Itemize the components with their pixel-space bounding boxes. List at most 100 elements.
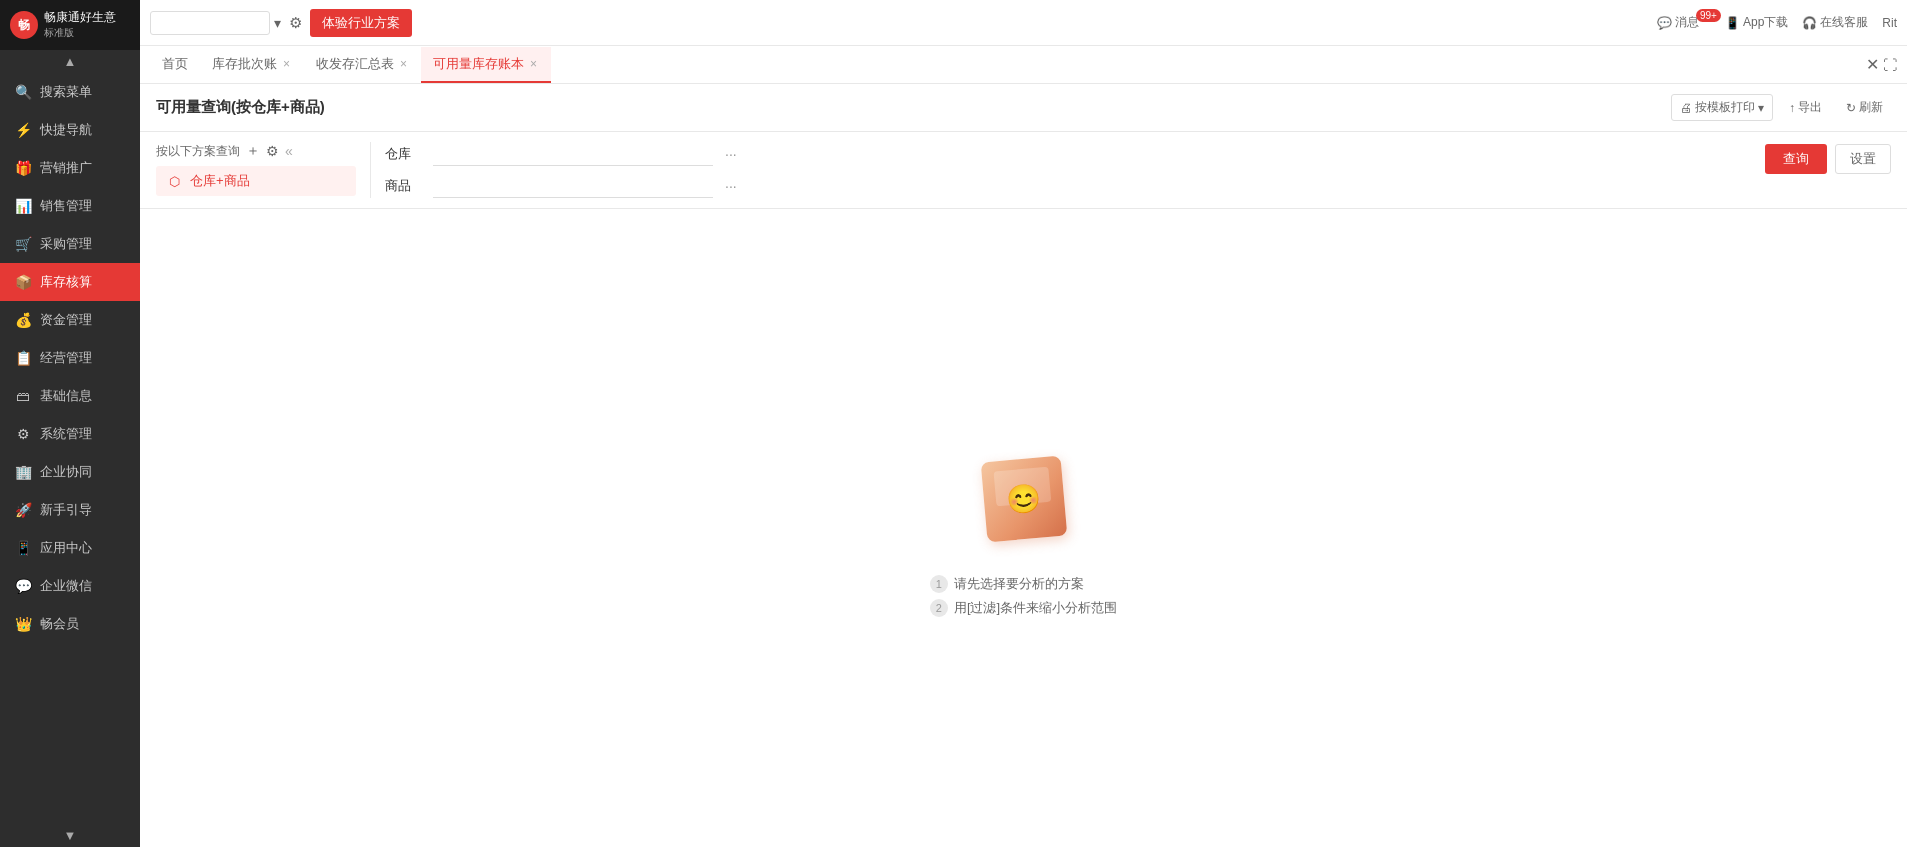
sidebar-scroll-down[interactable]: ▼	[0, 824, 140, 847]
topbar-gear-button[interactable]: ⚙	[289, 14, 302, 32]
tabs-bar-right: ✕ ⛶	[1866, 55, 1897, 74]
filter-scheme-panel: 按以下方案查询 ＋ ⚙ « ⬡ 仓库+商品	[156, 142, 356, 196]
main-content: ▾ ⚙ 体验行业方案 💬 消息 99+ 📱 App下载 🎧 在线客服 Rit	[140, 0, 1907, 847]
topbar-online-service[interactable]: 🎧 在线客服	[1802, 14, 1868, 31]
page-header-actions: 🖨 按模板打印 ▾ ↑ 导出 ↻ 刷新	[1671, 94, 1891, 121]
add-scheme-button[interactable]: ＋	[246, 142, 260, 160]
sidebar-item-search[interactable]: 🔍 搜索菜单	[0, 73, 140, 111]
sidebar-item-appstore[interactable]: 📱 应用中心	[0, 529, 140, 567]
goods-more-button[interactable]: ···	[721, 178, 741, 194]
collapse-scheme-button[interactable]: «	[285, 143, 293, 159]
wechat-icon: 💬	[14, 577, 32, 595]
tab-available-close[interactable]: ×	[528, 57, 539, 71]
filter-row-goods: 商品 ···	[385, 174, 1755, 198]
print-icon: 🖨	[1680, 101, 1692, 115]
sidebar-item-operations[interactable]: 📋 经营管理	[0, 339, 140, 377]
tab-home[interactable]: 首页	[150, 47, 200, 83]
sidebar-item-system[interactable]: ⚙ 系统管理	[0, 415, 140, 453]
sidebar-item-inventory[interactable]: 📦 库存核算	[0, 263, 140, 301]
content-area: 可用量查询(按仓库+商品) 🖨 按模板打印 ▾ ↑ 导出 ↻ 刷新	[140, 84, 1907, 847]
headset-icon: 🎧	[1802, 16, 1817, 30]
flash-icon: ⚡	[14, 121, 32, 139]
filter-scheme-header: 按以下方案查询 ＋ ⚙ «	[156, 142, 356, 160]
manage-scheme-button[interactable]: ⚙	[266, 143, 279, 159]
empty-hints: 1 请先选择要分析的方案 2 用[过滤]条件来缩小分析范围	[930, 575, 1117, 617]
phone-icon: 📱	[14, 539, 32, 557]
goods-input[interactable]	[433, 174, 713, 198]
search-icon: 🔍	[14, 83, 32, 101]
sidebar-item-newbie[interactable]: 🚀 新手引导	[0, 491, 140, 529]
empty-illustration	[964, 439, 1084, 559]
sidebar-title: 畅康通好生意	[44, 10, 116, 26]
filter-conditions: 仓库 ··· 商品 ···	[385, 142, 1755, 198]
filter-row-warehouse: 仓库 ···	[385, 142, 1755, 166]
topbar-right-actions: 💬 消息 99+ 📱 App下载 🎧 在线客服 Rit	[1657, 14, 1897, 31]
warehouse-label: 仓库	[385, 145, 425, 163]
box-icon: 📦	[14, 273, 32, 291]
warehouse-input[interactable]	[433, 142, 713, 166]
filter-divider	[370, 142, 371, 198]
topbar-industry-button[interactable]: 体验行业方案	[310, 9, 412, 37]
topbar-dropdown-button[interactable]: ▾	[274, 15, 281, 31]
sidebar-item-marketing[interactable]: 🎁 营销推广	[0, 149, 140, 187]
tabs-bar: 首页 库存批次账 × 收发存汇总表 × 可用量库存账本 × ✕ ⛶	[140, 46, 1907, 84]
topbar-search-area: ▾	[150, 11, 281, 35]
building-icon: 🏢	[14, 463, 32, 481]
topbar-app-download[interactable]: 📱 App下载	[1725, 14, 1788, 31]
tab-available[interactable]: 可用量库存账本 ×	[421, 47, 551, 83]
export-button[interactable]: ↑ 导出	[1781, 95, 1830, 120]
topbar-message[interactable]: 💬 消息 99+	[1657, 14, 1711, 31]
sidebar-subtitle: 标准版	[44, 26, 116, 40]
refresh-button[interactable]: ↻ 刷新	[1838, 95, 1891, 120]
empty-hint-1: 1 请先选择要分析的方案	[930, 575, 1117, 593]
export-icon: ↑	[1789, 101, 1795, 115]
sidebar-item-member[interactable]: 👑 畅会员	[0, 605, 140, 643]
filter-panel: 按以下方案查询 ＋ ⚙ « ⬡ 仓库+商品 仓库 ··· 商品	[140, 132, 1907, 209]
sidebar-item-purchase[interactable]: 🛒 采购管理	[0, 225, 140, 263]
rocket-icon: 🚀	[14, 501, 32, 519]
tab-summary-close[interactable]: ×	[398, 57, 409, 71]
tab-batch[interactable]: 库存批次账 ×	[200, 47, 304, 83]
cart-icon: 🛒	[14, 235, 32, 253]
sidebar-item-sales[interactable]: 📊 销售管理	[0, 187, 140, 225]
filter-action-buttons: 查询 设置	[1765, 144, 1891, 174]
empty-state: 1 请先选择要分析的方案 2 用[过滤]条件来缩小分析范围	[140, 209, 1907, 847]
sidebar-item-shortcut[interactable]: ⚡ 快捷导航	[0, 111, 140, 149]
page-header: 可用量查询(按仓库+商品) 🖨 按模板打印 ▾ ↑ 导出 ↻ 刷新	[140, 84, 1907, 132]
sidebar-header: 畅 畅康通好生意 标准版	[0, 0, 140, 50]
page-title: 可用量查询(按仓库+商品)	[156, 98, 1671, 117]
warehouse-more-button[interactable]: ···	[721, 146, 741, 162]
chevron-down-icon: ▾	[1758, 101, 1764, 115]
sidebar-scroll-up[interactable]: ▲	[0, 50, 140, 73]
tab-batch-close[interactable]: ×	[281, 57, 292, 71]
topbar: ▾ ⚙ 体验行业方案 💬 消息 99+ 📱 App下载 🎧 在线客服 Rit	[140, 0, 1907, 46]
hint-number-1: 1	[930, 575, 948, 593]
tab-summary[interactable]: 收发存汇总表 ×	[304, 47, 421, 83]
sidebar-item-wechat[interactable]: 💬 企业微信	[0, 567, 140, 605]
crown-icon: 👑	[14, 615, 32, 633]
database-icon: 🗃	[14, 387, 32, 405]
topbar-user-menu[interactable]: Rit	[1882, 16, 1897, 30]
setting-button[interactable]: 设置	[1835, 144, 1891, 174]
tab-close-all-button[interactable]: ✕	[1866, 55, 1879, 74]
scheme-warehouse-icon: ⬡	[164, 171, 184, 191]
sidebar-item-basic[interactable]: 🗃 基础信息	[0, 377, 140, 415]
message-badge: 99+	[1696, 9, 1721, 22]
tab-expand-button[interactable]: ⛶	[1883, 57, 1897, 73]
sidebar-nav: 🔍 搜索菜单 ⚡ 快捷导航 🎁 营销推广 📊 销售管理 🛒 采购管理 📦 库存核…	[0, 73, 140, 824]
gear-icon: ⚙	[14, 425, 32, 443]
topbar-search-input[interactable]	[150, 11, 270, 35]
gift-icon: 🎁	[14, 159, 32, 177]
message-icon: 💬	[1657, 16, 1672, 30]
scheme-item-warehouse-goods[interactable]: ⬡ 仓库+商品	[156, 166, 356, 196]
empty-box-graphic	[980, 456, 1067, 543]
refresh-icon: ↻	[1846, 101, 1856, 115]
query-button[interactable]: 查询	[1765, 144, 1827, 174]
clipboard-icon: 📋	[14, 349, 32, 367]
template-print-button[interactable]: 🖨 按模板打印 ▾	[1671, 94, 1773, 121]
empty-hint-2: 2 用[过滤]条件来缩小分析范围	[930, 599, 1117, 617]
sidebar-item-finance[interactable]: 💰 资金管理	[0, 301, 140, 339]
hint-number-2: 2	[930, 599, 948, 617]
sidebar-item-enterprise[interactable]: 🏢 企业协同	[0, 453, 140, 491]
app-icon: 📱	[1725, 16, 1740, 30]
